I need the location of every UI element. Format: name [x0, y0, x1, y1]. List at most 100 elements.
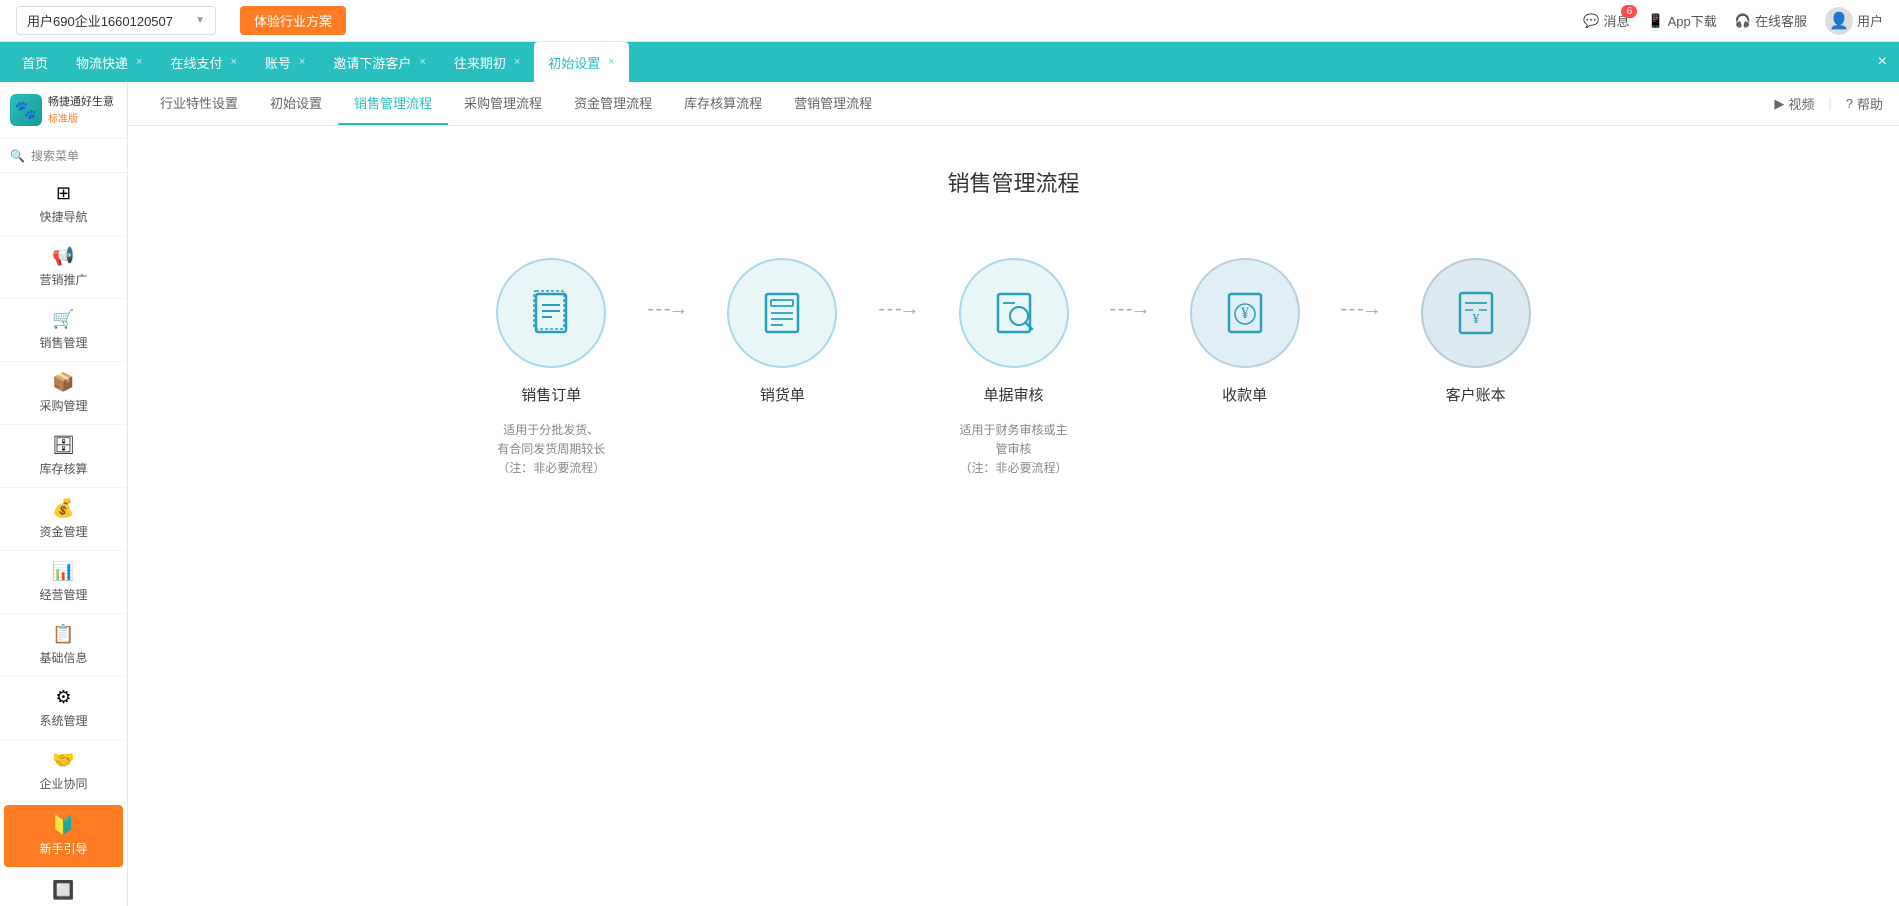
download-icon: 📱 — [1647, 13, 1663, 29]
flow-circle-customer-account[interactable]: ¥ — [1421, 258, 1531, 368]
main-layout: 🐾 畅捷通好生意 标准版 🔍 搜索菜单 ⊞ 快捷导航 📢 营销推广 🛒 销售管理… — [0, 82, 1899, 906]
sidebar-item-inventory[interactable]: 🗄 库存核算 — [0, 425, 127, 488]
quick-nav-icon: ⊞ — [56, 183, 71, 204]
new-guide-label: 新手引导 — [39, 840, 87, 857]
tab-payment-close[interactable]: × — [230, 56, 236, 68]
sales-order-icon — [526, 288, 576, 338]
page-content: 销售管理流程 销售订单 适用于分批 — [128, 126, 1899, 906]
sub-tab-marketing-flow-label: 营销管理流程 — [794, 93, 872, 112]
flow-circle-invoice[interactable] — [727, 258, 837, 368]
svg-text:¥: ¥ — [1472, 312, 1479, 327]
user-label: 用户690企业1660120507 — [27, 11, 173, 30]
tab-home-label: 首页 — [22, 53, 48, 72]
top-header: 用户690企业1660120507 ▼ 体验行业方案 💬 消息 6 📱 App下… — [0, 0, 1899, 42]
sidebar-item-sales-mgmt[interactable]: 🛒 销售管理 — [0, 299, 127, 362]
flow-arrow-2: - - -→ — [878, 258, 917, 321]
tab-invite[interactable]: 邀请下游客户 × — [319, 42, 439, 82]
tab-home[interactable]: 首页 — [8, 42, 62, 82]
sub-tab-marketing-flow[interactable]: 营销管理流程 — [778, 82, 888, 125]
tab-init[interactable]: 初始设置 × — [534, 42, 628, 82]
nav-close-all-button[interactable]: × — [1878, 53, 1887, 71]
audit-icon — [989, 288, 1039, 338]
system-mgmt-label: 系统管理 — [39, 712, 87, 729]
receipt-icon: ¥ — [1220, 288, 1270, 338]
sub-tab-inventory-flow[interactable]: 库存核算流程 — [668, 82, 778, 125]
sub-tab-purchase-flow[interactable]: 采购管理流程 — [448, 82, 558, 125]
quick-nav-label: 快捷导航 — [39, 208, 87, 225]
tab-history-label: 往来期初 — [454, 53, 506, 72]
sub-tab-sales-flow[interactable]: 销售管理流程 — [338, 82, 448, 125]
tab-account[interactable]: 账号 × — [251, 42, 319, 82]
tab-history[interactable]: 往来期初 × — [440, 42, 534, 82]
nav-tabs: 首页 物流快递 × 在线支付 × 账号 × 邀请下游客户 × 往来期初 × 初始… — [0, 42, 1899, 82]
new-guide-icon: 🔰 — [52, 815, 74, 836]
sidebar-item-basic-info[interactable]: 📋 基础信息 — [0, 614, 127, 677]
tab-payment[interactable]: 在线支付 × — [156, 42, 250, 82]
flow-step-audit-desc: 适用于财务审核或主 管审核 （注：非必要流程） — [959, 421, 1067, 479]
content-area: 行业特性设置 初始设置 销售管理流程 采购管理流程 资金管理流程 库存核算流程 — [128, 82, 1899, 906]
video-label: 视频 — [1788, 94, 1814, 113]
tab-invite-close[interactable]: × — [419, 56, 425, 68]
sub-tab-finance-flow[interactable]: 资金管理流程 — [558, 82, 668, 125]
tab-logistics-close[interactable]: × — [136, 56, 142, 68]
tab-logistics[interactable]: 物流快递 × — [62, 42, 156, 82]
online-service-label: 在线客服 — [1755, 11, 1807, 30]
flow-circle-audit[interactable] — [959, 258, 1069, 368]
avatar-icon: 👤 — [1825, 7, 1853, 35]
user-selector[interactable]: 用户690企业1660120507 ▼ — [16, 6, 216, 35]
sub-tab-finance-flow-label: 资金管理流程 — [574, 93, 652, 112]
sidebar-item-app-center[interactable]: 🔲 应用中心 — [0, 870, 127, 906]
tab-init-close[interactable]: × — [608, 56, 614, 68]
inventory-icon: 🗄 — [52, 435, 75, 456]
user-avatar[interactable]: 👤 用户 — [1825, 7, 1883, 35]
trial-button[interactable]: 体验行业方案 — [240, 6, 346, 35]
app-download-label: App下载 — [1668, 11, 1717, 30]
app-download-button[interactable]: 📱 App下载 — [1647, 11, 1716, 30]
enterprise-collab-icon: 🤝 — [52, 750, 74, 771]
online-service-button[interactable]: 🎧 在线客服 — [1735, 11, 1807, 30]
help-button[interactable]: ? 帮助 — [1846, 94, 1883, 113]
tab-init-label: 初始设置 — [548, 53, 600, 72]
sidebar: 🐾 畅捷通好生意 标准版 🔍 搜索菜单 ⊞ 快捷导航 📢 营销推广 🛒 销售管理… — [0, 82, 128, 906]
sub-tab-industry[interactable]: 行业特性设置 — [144, 82, 254, 125]
flow-step-customer-account-title: 客户账本 — [1446, 384, 1506, 405]
ops-mgmt-icon: 📊 — [52, 561, 74, 582]
flow-diagram: 销售订单 适用于分批发货、 有合同发货周期较长 （注：非必要流程） - - -→ — [188, 258, 1839, 479]
page-title: 销售管理流程 — [188, 166, 1839, 198]
header-right: 💬 消息 6 📱 App下载 🎧 在线客服 👤 用户 — [1583, 7, 1883, 35]
sidebar-item-quick-nav[interactable]: ⊞ 快捷导航 — [0, 173, 127, 236]
sidebar-item-system-mgmt[interactable]: ⚙ 系统管理 — [0, 677, 127, 740]
video-help-button[interactable]: ▶ 视频 — [1774, 94, 1814, 113]
system-mgmt-icon: ⚙ — [55, 687, 71, 708]
sub-tab-init[interactable]: 初始设置 — [254, 82, 338, 125]
sub-tab-industry-label: 行业特性设置 — [160, 93, 238, 112]
customer-account-icon: ¥ — [1451, 288, 1501, 338]
flow-circle-receipt[interactable]: ¥ — [1190, 258, 1300, 368]
enterprise-collab-label: 企业协同 — [39, 775, 87, 792]
flow-circle-sales-order[interactable] — [496, 258, 606, 368]
tab-account-close[interactable]: × — [299, 56, 305, 68]
service-icon: 🎧 — [1735, 13, 1751, 29]
search-label: 搜索菜单 — [31, 147, 79, 164]
tab-history-close[interactable]: × — [514, 56, 520, 68]
flow-step-audit: 单据审核 适用于财务审核或主 管审核 （注：非必要流程） — [924, 258, 1104, 479]
sidebar-item-marketing-promo[interactable]: 📢 营销推广 — [0, 236, 127, 299]
sales-mgmt-icon: 🛒 — [52, 309, 74, 330]
sub-tab-sales-flow-label: 销售管理流程 — [354, 93, 432, 112]
sidebar-item-new-guide[interactable]: 🔰 新手引导 — [4, 805, 123, 868]
sidebar-item-finance-mgmt[interactable]: 💰 资金管理 — [0, 488, 127, 551]
inventory-label: 库存核算 — [39, 460, 87, 477]
sidebar-item-purchase-mgmt[interactable]: 📦 采购管理 — [0, 362, 127, 425]
help-label: 帮助 — [1857, 94, 1883, 113]
sidebar-item-enterprise-collab[interactable]: 🤝 企业协同 — [0, 740, 127, 803]
message-button[interactable]: 💬 消息 6 — [1583, 11, 1629, 30]
basic-info-icon: 📋 — [52, 624, 74, 645]
sidebar-search[interactable]: 🔍 搜索菜单 — [0, 139, 127, 173]
tab-logistics-label: 物流快递 — [76, 53, 128, 72]
help-icon: ? — [1846, 96, 1853, 111]
sub-tab-inventory-flow-label: 库存核算流程 — [684, 93, 762, 112]
sidebar-item-ops-mgmt[interactable]: 📊 经营管理 — [0, 551, 127, 614]
chevron-icon: ▼ — [195, 15, 205, 26]
logo-version: 标准版 — [48, 110, 114, 125]
sidebar-logo: 🐾 畅捷通好生意 标准版 — [0, 82, 127, 139]
